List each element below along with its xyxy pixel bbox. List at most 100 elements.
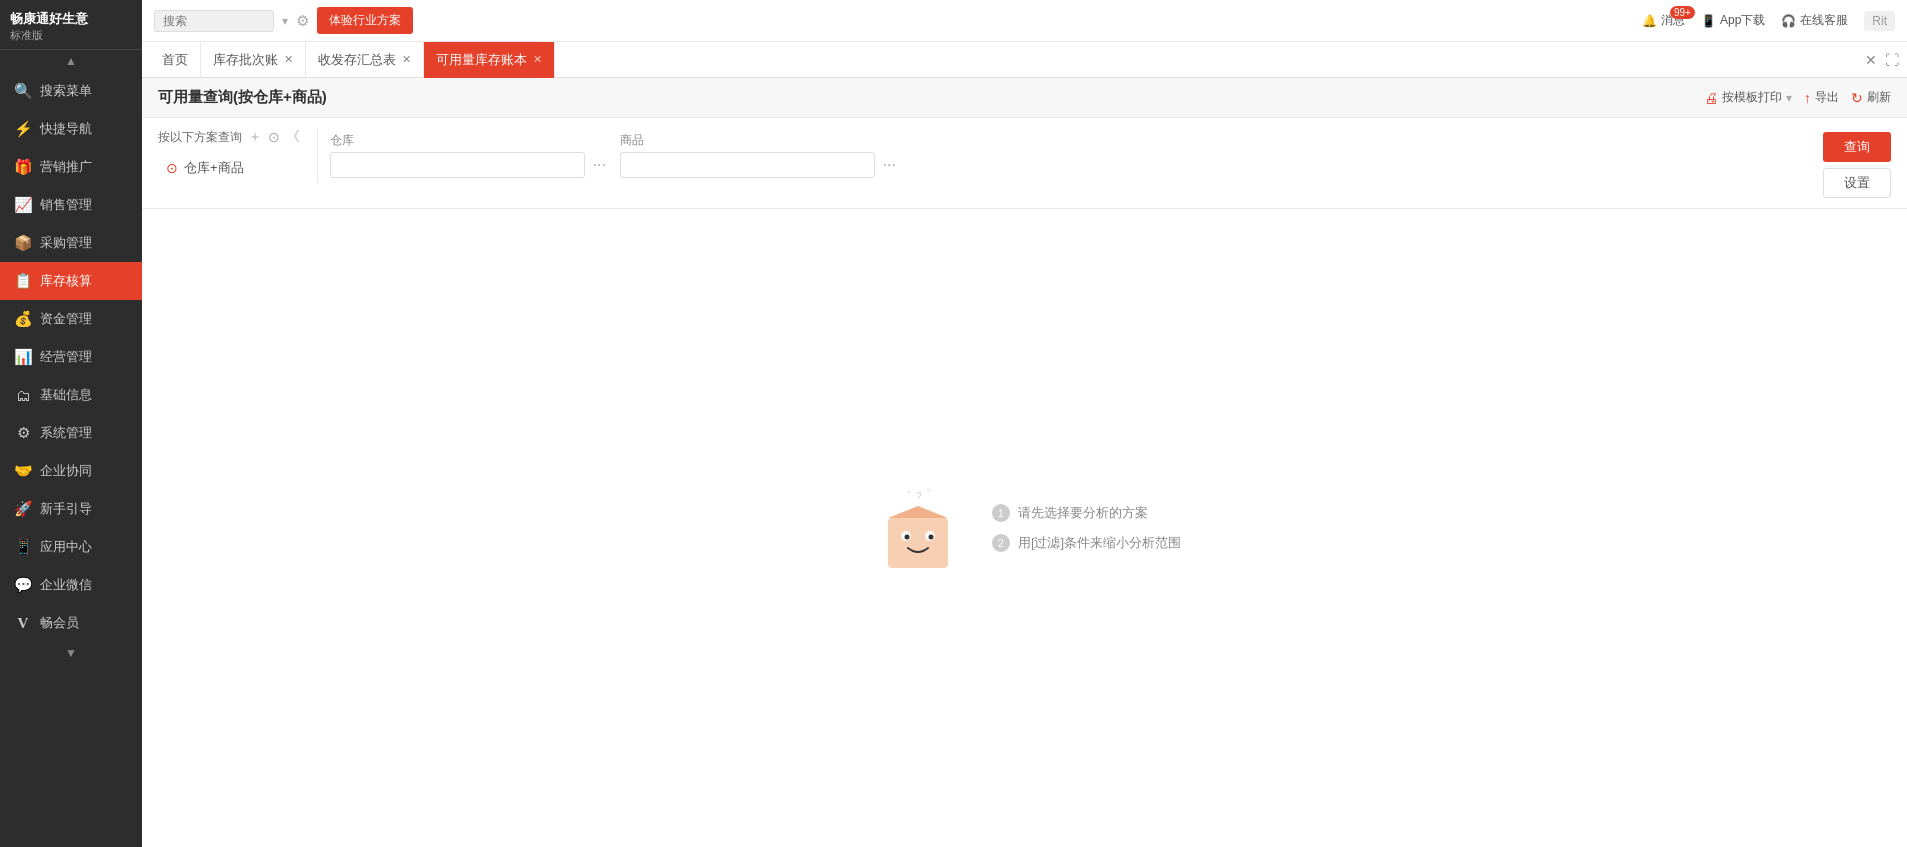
goods-filter-field: 商品 ··· (620, 132, 900, 178)
tab-available-account[interactable]: 可用量库存账本 ✕ (424, 42, 555, 78)
breadcrumb-search-input[interactable] (154, 10, 274, 32)
sidebar-item-label: 新手引导 (40, 500, 92, 518)
warehouse-more-button[interactable]: ··· (589, 156, 610, 174)
sidebar-item-shortcut[interactable]: ⚡ 快捷导航 (0, 110, 142, 148)
sidebar-item-basics[interactable]: 🗂 基础信息 (0, 376, 142, 414)
sidebar-item-label: 经营管理 (40, 348, 92, 366)
operations-icon: 📊 (14, 348, 32, 366)
scheme-settings-button[interactable]: ⊙ (268, 129, 280, 145)
settings-button[interactable]: 设置 (1823, 168, 1891, 198)
export-label: 导出 (1815, 89, 1839, 106)
goods-input-row: ··· (620, 152, 900, 178)
sidebar: 畅康通好生意 标准版 ▲ 🔍 搜索菜单 ⚡ 快捷导航 🎁 营销推广 📈 销售管理… (0, 0, 142, 847)
empty-state: ? ? ? 1 请先选择要分析的方案 2 用[过滤]条件来缩小分析范围 (142, 209, 1907, 847)
sidebar-item-label: 资金管理 (40, 310, 92, 328)
sidebar-item-marketing[interactable]: 🎁 营销推广 (0, 148, 142, 186)
settings-gear-icon[interactable]: ⚙ (296, 12, 309, 30)
sidebar-item-finance[interactable]: 💰 资金管理 (0, 300, 142, 338)
filter-area: 按以下方案查询 ＋ ⊙ 《 ⊙ 仓库+商品 仓库 ··· 商品 (142, 118, 1907, 209)
top-header: ▾ ⚙ 体验行业方案 🔔 消息 99+ 📱 App下载 🎧 在线客服 Rit (142, 0, 1907, 42)
app-download-link[interactable]: 📱 App下载 (1701, 12, 1765, 29)
sidebar-item-label: 销售管理 (40, 196, 92, 214)
sidebar-item-inventory[interactable]: 📋 库存核算 (0, 262, 142, 300)
export-icon: ↑ (1804, 90, 1811, 106)
page-title: 可用量查询(按仓库+商品) (158, 88, 327, 107)
notice-badge: 99+ (1670, 6, 1695, 19)
sidebar-item-sales[interactable]: 📈 销售管理 (0, 186, 142, 224)
sidebar-item-search[interactable]: 🔍 搜索菜单 (0, 72, 142, 110)
print-dropdown-icon[interactable]: ▾ (1786, 91, 1792, 105)
tabs-actions: ✕ ⛶ (1865, 52, 1899, 68)
tab-receipt-summary-label: 收发存汇总表 (318, 51, 396, 69)
industry-solution-button[interactable]: 体验行业方案 (317, 7, 413, 34)
refresh-label: 刷新 (1867, 89, 1891, 106)
print-label: 按模板打印 (1722, 89, 1782, 106)
sidebar-scroll-up[interactable]: ▲ (0, 50, 142, 72)
tab-available-account-close[interactable]: ✕ (533, 53, 542, 66)
sidebar-item-purchase[interactable]: 📦 采购管理 (0, 224, 142, 262)
tab-batch-account[interactable]: 库存批次账 ✕ (201, 42, 306, 78)
scheme-item-warehouse-goods[interactable]: ⊙ 仓库+商品 (158, 154, 305, 182)
newbie-icon: 🚀 (14, 500, 32, 518)
svg-text:?: ? (926, 487, 931, 496)
warehouse-input[interactable] (330, 152, 585, 178)
filter-scheme-header: 按以下方案查询 ＋ ⊙ 《 (158, 128, 305, 146)
sidebar-item-label: 快捷导航 (40, 120, 92, 138)
goods-more-button[interactable]: ··· (879, 156, 900, 174)
sidebar-item-label: 系统管理 (40, 424, 92, 442)
online-service-link[interactable]: 🎧 在线客服 (1781, 12, 1848, 29)
goods-field-label: 商品 (620, 132, 900, 149)
wechat-icon: 💬 (14, 576, 32, 594)
collapse-scheme-button[interactable]: 《 (286, 128, 300, 146)
goods-input[interactable] (620, 152, 875, 178)
sidebar-item-label: 库存核算 (40, 272, 92, 290)
purchase-icon: 📦 (14, 234, 32, 252)
query-action-buttons: 查询 设置 (1823, 128, 1891, 198)
tab-batch-account-close[interactable]: ✕ (284, 53, 293, 66)
tab-expand-icon[interactable]: ⛶ (1885, 52, 1899, 68)
svg-text:?: ? (906, 489, 911, 498)
tab-home[interactable]: 首页 (150, 42, 201, 78)
search-icon: 🔍 (14, 82, 32, 100)
breadcrumb-dropdown-icon[interactable]: ▾ (282, 14, 288, 28)
tip-number-2: 2 (992, 534, 1010, 552)
filter-scheme-panel: 按以下方案查询 ＋ ⊙ 《 ⊙ 仓库+商品 (158, 128, 318, 182)
user-area[interactable]: Rit (1864, 11, 1895, 31)
sidebar-scroll-down[interactable]: ▼ (0, 642, 142, 664)
filter-fields: 仓库 ··· 商品 ··· (330, 128, 1811, 178)
page-header: 可用量查询(按仓库+商品) 🖨 按模板打印 ▾ ↑ 导出 ↻ 刷新 (142, 78, 1907, 118)
app-version: 标准版 (10, 28, 132, 43)
notice-button[interactable]: 🔔 消息 99+ (1642, 12, 1685, 29)
sidebar-item-system[interactable]: ⚙ 系统管理 (0, 414, 142, 452)
sidebar-item-wechat[interactable]: 💬 企业微信 (0, 566, 142, 604)
sidebar-item-operations[interactable]: 📊 经营管理 (0, 338, 142, 376)
finance-icon: 💰 (14, 310, 32, 328)
notice-bell-icon: 🔔 (1642, 14, 1657, 28)
svg-text:?: ? (916, 491, 922, 502)
empty-tip-1: 1 请先选择要分析的方案 (992, 504, 1181, 522)
sidebar-item-enterprise[interactable]: 🤝 企业协同 (0, 452, 142, 490)
app-download-label: App下载 (1720, 12, 1765, 29)
sidebar-item-label: 畅会员 (40, 614, 79, 632)
tab-close-all-icon[interactable]: ✕ (1865, 52, 1877, 68)
tab-available-account-label: 可用量库存账本 (436, 51, 527, 69)
tip-text-1: 请先选择要分析的方案 (1018, 504, 1148, 522)
svg-point-4 (928, 535, 933, 540)
sidebar-item-label: 企业微信 (40, 576, 92, 594)
add-scheme-button[interactable]: ＋ (248, 128, 262, 146)
scheme-dot-icon: ⊙ (166, 160, 178, 176)
phone-icon: 📱 (1701, 14, 1716, 28)
sidebar-item-newbie[interactable]: 🚀 新手引导 (0, 490, 142, 528)
query-button[interactable]: 查询 (1823, 132, 1891, 162)
sidebar-item-member[interactable]: V 畅会员 (0, 604, 142, 642)
refresh-action[interactable]: ↻ 刷新 (1851, 89, 1891, 106)
tab-receipt-summary[interactable]: 收发存汇总表 ✕ (306, 42, 424, 78)
export-action[interactable]: ↑ 导出 (1804, 89, 1839, 106)
app-name: 畅康通好生意 (10, 10, 132, 28)
print-action[interactable]: 🖨 按模板打印 ▾ (1704, 89, 1792, 106)
tab-receipt-summary-close[interactable]: ✕ (402, 53, 411, 66)
sales-icon: 📈 (14, 196, 32, 214)
filter-scheme-label: 按以下方案查询 (158, 129, 242, 146)
inventory-icon: 📋 (14, 272, 32, 290)
sidebar-item-app-center[interactable]: 📱 应用中心 (0, 528, 142, 566)
